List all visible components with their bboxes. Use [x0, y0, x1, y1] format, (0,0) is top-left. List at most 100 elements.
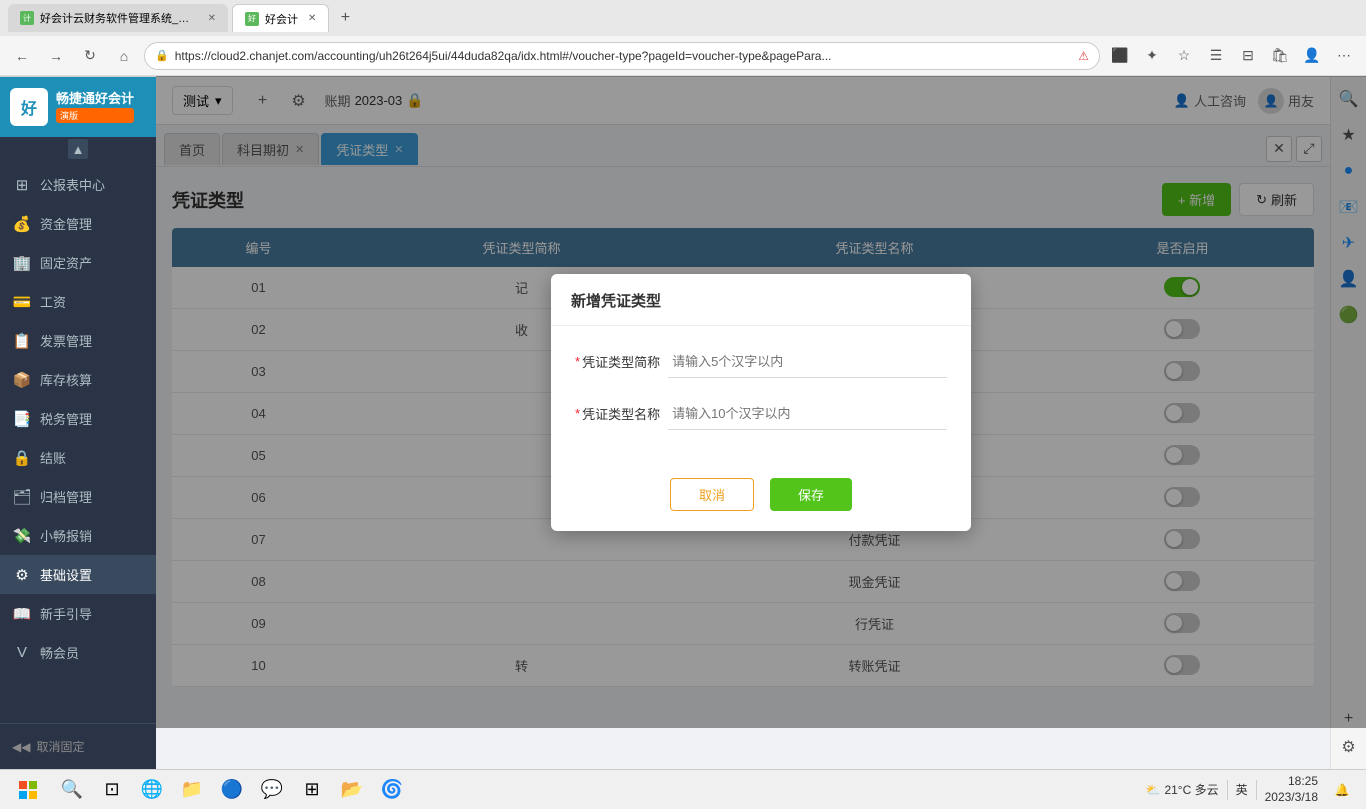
sidebar-item-payroll[interactable]: 💳 工资: [0, 282, 156, 321]
taskbar-chrome-button[interactable]: 🔵: [216, 774, 248, 806]
sidebar-scroll-up[interactable]: ▲: [68, 139, 88, 159]
tab1-label: 好会计云财务软件管理系统_会计: [40, 10, 198, 26]
taskbar-right: ⛅ 21°C 多云 英 18:25 2023/3/18 🔔: [1145, 774, 1358, 806]
ssl-lock-icon: 🔒: [155, 49, 169, 62]
sidebar-item-inventory[interactable]: 📦 库存核算: [0, 360, 156, 399]
weather-temp: 21°C 多云: [1164, 781, 1218, 798]
modal-overlay: 新增凭证类型 * 凭证类型简称 * 凭证类型名称 取消 保存: [156, 76, 1366, 728]
reload-button[interactable]: ↻: [76, 42, 104, 70]
sidebar-item-label-settings: 基础设置: [40, 565, 92, 584]
new-tab-button[interactable]: +: [333, 6, 357, 30]
sidebar-item-label-archive: 归档管理: [40, 487, 92, 506]
back-button[interactable]: ←: [8, 42, 36, 70]
sidebar-item-invoice[interactable]: 📋 发票管理: [0, 321, 156, 360]
tax-icon: 📑: [12, 410, 32, 428]
taskbar-search-button[interactable]: 🔍: [56, 774, 88, 806]
expense-icon: 💸: [12, 527, 32, 545]
sidebar-item-label-member: 畅会员: [40, 643, 79, 662]
split-view-button[interactable]: ⊟: [1234, 42, 1262, 70]
logo-badge: 演版: [56, 108, 134, 123]
sidebar-item-label-assets: 固定资产: [40, 253, 92, 272]
taskbar-appstore-button[interactable]: ⊞: [296, 774, 328, 806]
sidebar-item-expense[interactable]: 💸 小畅报销: [0, 516, 156, 555]
taskbar-files-button[interactable]: 📂: [336, 774, 368, 806]
taskbar-time: 18:25: [1265, 774, 1318, 790]
assets-icon: 🏢: [12, 254, 32, 272]
modal-body: * 凭证类型简称 * 凭证类型名称: [551, 326, 971, 470]
name-label-text: 凭证类型名称: [582, 404, 660, 423]
sidebar-item-settings[interactable]: ⚙ 基础设置: [0, 555, 156, 594]
tab2-label: 好会计: [265, 11, 298, 27]
taskbar-notification-button[interactable]: 🔔: [1326, 774, 1358, 806]
sidebar-logo: 好 畅捷通好会计 演版: [0, 77, 156, 137]
member-icon: V: [12, 644, 32, 661]
sidebar-item-label-invoice: 发票管理: [40, 331, 92, 350]
taskbar-wechat-button[interactable]: 💬: [256, 774, 288, 806]
sidebar-item-closing[interactable]: 🔒 结账: [0, 438, 156, 477]
sidebar-item-dashboard[interactable]: ⊞ 公报表中心: [0, 165, 156, 204]
sidebar-bottom: ◀◀ 取消固定: [0, 723, 156, 769]
finance-icon: 💰: [12, 215, 32, 233]
collections-button[interactable]: ✦: [1138, 42, 1166, 70]
short-input[interactable]: [668, 346, 947, 378]
form-item-short: * 凭证类型简称: [575, 346, 947, 378]
address-bar[interactable]: 🔒 https://cloud2.chanjet.com/accounting/…: [144, 42, 1100, 70]
sidebar-item-label-tax: 税务管理: [40, 409, 92, 428]
logo-text-area: 畅捷通好会计 演版: [56, 91, 134, 123]
inventory-icon: 📦: [12, 371, 32, 389]
favorites-button[interactable]: ☆: [1170, 42, 1198, 70]
home-button[interactable]: ⌂: [110, 42, 138, 70]
taskbar-divider2: [1256, 780, 1257, 800]
modal-title: 新增凭证类型: [571, 293, 661, 310]
collapse-button[interactable]: ◀◀ 取消固定: [12, 732, 144, 761]
sidebar-item-guide[interactable]: 📖 新手引导: [0, 594, 156, 633]
taskbar-browser-button[interactable]: 🌐: [136, 774, 168, 806]
tab2-close[interactable]: ✕: [308, 13, 316, 24]
profile-button[interactable]: 👤: [1298, 42, 1326, 70]
collapse-label: 取消固定: [36, 738, 84, 755]
browser-chrome: 计 好会计云财务软件管理系统_会计 ✕ 好 好会计 ✕ + ← → ↻ ⌂ 🔒 …: [0, 0, 1366, 77]
more-button[interactable]: ⋯: [1330, 42, 1358, 70]
sidebar-item-member[interactable]: V 畅会员: [0, 633, 156, 672]
shopping-button[interactable]: 🛍: [1266, 42, 1294, 70]
settings-icon: ⚙: [12, 566, 32, 584]
browser-tab-bar: 计 好会计云财务软件管理系统_会计 ✕ 好 好会计 ✕ +: [0, 0, 1366, 36]
sidebar-item-label-finance: 资金管理: [40, 214, 92, 233]
tab1-favicon: 计: [20, 11, 34, 25]
sidebar-item-label-closing: 结账: [40, 448, 66, 467]
right-settings-icon[interactable]: ⚙: [1335, 733, 1363, 761]
sidebar-item-label-payroll: 工资: [40, 292, 66, 311]
name-input[interactable]: [668, 398, 947, 430]
sidebar-item-label-dashboard: 公报表中心: [40, 175, 105, 194]
start-button[interactable]: [8, 775, 48, 805]
address-warning-icon: ⚠: [1078, 49, 1089, 63]
immersive-reader-button[interactable]: ☰: [1202, 42, 1230, 70]
taskbar-multitask-button[interactable]: ⊡: [96, 774, 128, 806]
sidebar-item-assets[interactable]: 🏢 固定资产: [0, 243, 156, 282]
tab1-close[interactable]: ✕: [208, 13, 216, 24]
sidebar-nav: ⊞ 公报表中心 💰 资金管理 🏢 固定资产 💳 工资 📋 发票管理 📦 库: [0, 161, 156, 723]
short-label-text: 凭证类型简称: [582, 352, 660, 371]
sidebar-item-archive[interactable]: 🗂 归档管理: [0, 477, 156, 516]
browser-tab-1[interactable]: 计 好会计云财务软件管理系统_会计 ✕: [8, 4, 228, 32]
taskbar-weather: ⛅ 21°C 多云: [1145, 781, 1218, 798]
name-label: * 凭证类型名称: [575, 404, 660, 423]
forward-button[interactable]: →: [42, 42, 70, 70]
sidebar-item-label-expense: 小畅报销: [40, 526, 92, 545]
form-item-name: * 凭证类型名称: [575, 398, 947, 430]
sidebar: 好 畅捷通好会计 演版 ▲ ⊞ 公报表中心 💰 资金管理 🏢 固定资产 💳 工资: [0, 77, 156, 769]
browser-tab-2[interactable]: 好 好会计 ✕: [232, 4, 329, 32]
sidebar-item-finance[interactable]: 💰 资金管理: [0, 204, 156, 243]
extensions-button[interactable]: ⬛: [1106, 42, 1134, 70]
save-button[interactable]: 保存: [770, 478, 852, 511]
closing-icon: 🔒: [12, 449, 32, 467]
dashboard-icon: ⊞: [12, 176, 32, 194]
modal-new-voucher-type: 新增凭证类型 * 凭证类型简称 * 凭证类型名称 取消 保存: [551, 274, 971, 531]
guide-icon: 📖: [12, 605, 32, 623]
taskbar-explorer-button[interactable]: 📁: [176, 774, 208, 806]
collapse-icon: ◀◀: [12, 740, 30, 754]
sidebar-item-tax[interactable]: 📑 税务管理: [0, 399, 156, 438]
cancel-button[interactable]: 取消: [670, 478, 754, 511]
taskbar-edge-button[interactable]: 🌀: [376, 774, 408, 806]
taskbar-time-date: 18:25 2023/3/18: [1265, 774, 1318, 805]
